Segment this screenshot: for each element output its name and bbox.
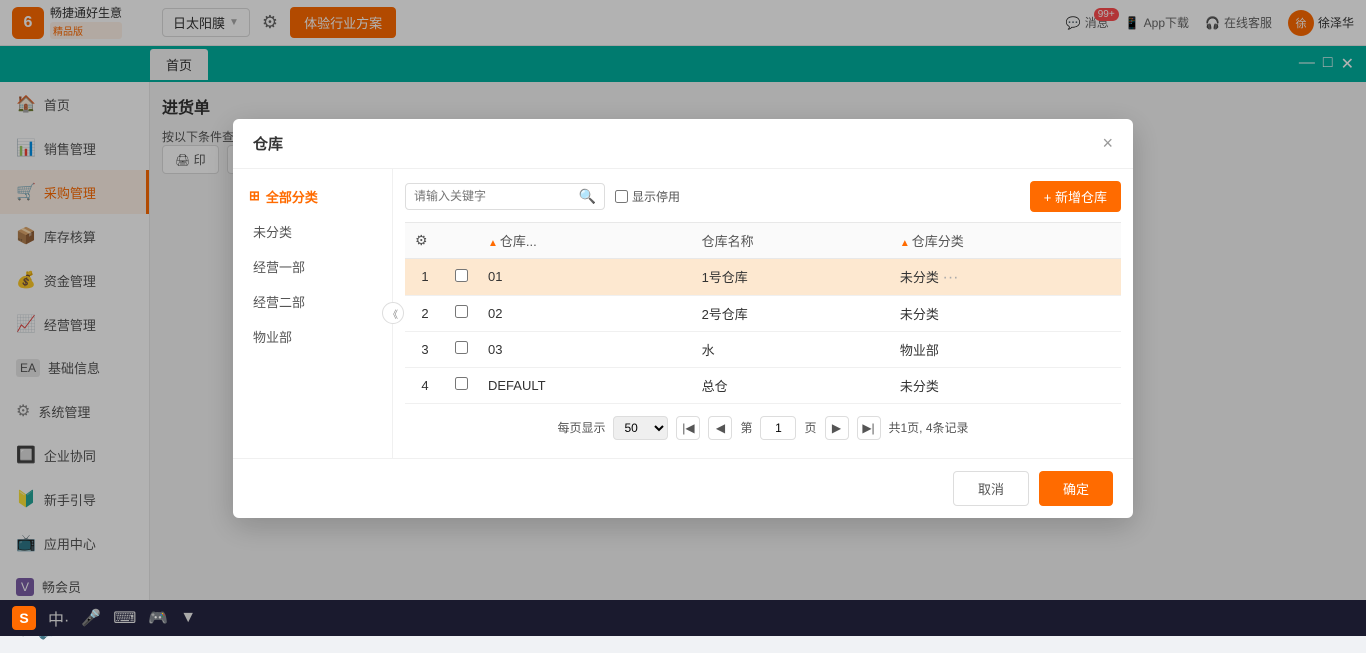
table-body: 1 01 1号仓库 未分类 ··· 2 02 2号仓库 [405, 258, 1121, 403]
row-checkbox[interactable] [445, 258, 478, 295]
row-num: 2 [405, 295, 445, 331]
row-name: 总仓 [692, 367, 890, 403]
cat-item-property[interactable]: 物业部 [233, 319, 392, 354]
collapse-button[interactable]: 《 [382, 302, 404, 324]
search-input[interactable] [414, 189, 579, 203]
warehouse-dialog: 仓库 × ⊞ 全部分类 未分类 经营一部 经营二部 物业部 《 [233, 119, 1133, 518]
page-number-input[interactable] [760, 416, 796, 440]
add-warehouse-button[interactable]: + 新增仓库 [1030, 181, 1121, 212]
table-header: ⚙ ▲仓库... 仓库名称 ▲仓库分类 [405, 222, 1121, 258]
pagination: 每页显示 50 10 20 100 |◀ ◀ 第 页 ▶ ▶| 共1页, 4条记… [405, 404, 1121, 446]
row-num: 3 [405, 331, 445, 367]
dialog-close-button[interactable]: × [1102, 133, 1113, 154]
row-name: 1号仓库 [692, 258, 890, 295]
table-row[interactable]: 2 02 2号仓库 未分类 [405, 295, 1121, 331]
dialog-title: 仓库 [253, 133, 283, 154]
brand-s-icon: S [12, 606, 36, 630]
prev-page-btn[interactable]: ◀ [708, 416, 732, 440]
cat-item-unclassified[interactable]: 未分类 [233, 214, 392, 249]
dialog-header: 仓库 × [233, 119, 1133, 169]
dialog-footer: 取消 确定 [233, 458, 1133, 518]
th-warehouse-name: 仓库名称 [692, 222, 890, 258]
table-container: ⚙ ▲仓库... 仓库名称 ▲仓库分类 [405, 222, 1121, 404]
taskbar-more-icon[interactable]: ▼ [180, 609, 196, 627]
cancel-button[interactable]: 取消 [953, 471, 1029, 506]
per-page-select[interactable]: 50 10 20 100 [613, 416, 668, 440]
dialog-overlay: 仓库 × ⊞ 全部分类 未分类 经营一部 经营二部 物业部 《 [0, 0, 1366, 636]
row-category: 未分类 [890, 295, 1121, 331]
page-label: 第 [740, 419, 752, 436]
taskbar-controller-icon[interactable]: 🎮 [148, 608, 168, 628]
dialog-body: ⊞ 全部分类 未分类 经营一部 经营二部 物业部 《 🔍 [233, 169, 1133, 458]
row-num: 4 [405, 367, 445, 403]
row-checkbox[interactable] [445, 295, 478, 331]
row-code: DEFAULT [478, 367, 692, 403]
search-icon[interactable]: 🔍 [579, 188, 596, 205]
cat-item-dept1[interactable]: 经营一部 [233, 249, 392, 284]
show-disabled-checkbox[interactable]: 显示停用 [615, 188, 680, 205]
th-settings[interactable]: ⚙ [405, 222, 445, 258]
row-name: 2号仓库 [692, 295, 890, 331]
row-name: 水 [692, 331, 890, 367]
row-code: 03 [478, 331, 692, 367]
dialog-right-panel: 🔍 显示停用 + 新增仓库 ⚙ [393, 169, 1133, 458]
row-num: 1 [405, 258, 445, 295]
row-code: 01 [478, 258, 692, 295]
all-categories-header[interactable]: ⊞ 全部分类 [233, 179, 392, 214]
table-row[interactable]: 3 03 水 物业部 [405, 331, 1121, 367]
taskbar-mic-icon[interactable]: 🎤 [81, 608, 101, 628]
dialog-toolbar: 🔍 显示停用 + 新增仓库 [405, 181, 1121, 212]
row-more-icon[interactable]: ··· [943, 269, 959, 286]
cat-item-dept2[interactable]: 经营二部 [233, 284, 392, 319]
taskbar-brand: S [12, 606, 36, 630]
next-page-btn[interactable]: ▶ [825, 416, 849, 440]
collapse-icon: 《 [388, 306, 398, 321]
grid-icon: ⊞ [249, 188, 260, 204]
row-category: 物业部 [890, 331, 1121, 367]
dialog-categories: ⊞ 全部分类 未分类 经营一部 经营二部 物业部 《 [233, 169, 393, 458]
total-info: 共1页, 4条记录 [889, 419, 969, 436]
sort-icon-code: ▲ [488, 238, 498, 249]
table-row[interactable]: 4 DEFAULT 总仓 未分类 [405, 367, 1121, 403]
th-checkbox [445, 222, 478, 258]
row-category: 未分类 ··· [890, 258, 1121, 295]
row-checkbox[interactable] [445, 331, 478, 367]
first-page-btn[interactable]: |◀ [676, 416, 700, 440]
all-categories-label: 全部分类 [266, 187, 318, 206]
th-warehouse-code[interactable]: ▲仓库... [478, 222, 692, 258]
confirm-button[interactable]: 确定 [1039, 471, 1113, 506]
row-code: 02 [478, 295, 692, 331]
per-page-label: 每页显示 [557, 419, 605, 436]
show-disabled-label: 显示停用 [632, 188, 680, 205]
row-checkbox[interactable] [445, 367, 478, 403]
taskbar-lang-icon[interactable]: 中· [48, 606, 69, 630]
table-row[interactable]: 1 01 1号仓库 未分类 ··· [405, 258, 1121, 295]
sort-icon-cat: ▲ [900, 238, 910, 249]
last-page-btn[interactable]: ▶| [857, 416, 881, 440]
disabled-checkbox[interactable] [615, 190, 628, 203]
row-category: 未分类 [890, 367, 1121, 403]
gear-col-icon: ⚙ [415, 232, 428, 248]
taskbar-keyboard-icon[interactable]: ⌨ [113, 608, 136, 628]
warehouse-table: ⚙ ▲仓库... 仓库名称 ▲仓库分类 [405, 222, 1121, 404]
taskbar: S 中· 🎤 ⌨ 🎮 ▼ [0, 600, 1366, 636]
th-warehouse-category[interactable]: ▲仓库分类 [890, 222, 1121, 258]
page-suffix: 页 [804, 419, 816, 436]
search-box: 🔍 [405, 183, 605, 210]
